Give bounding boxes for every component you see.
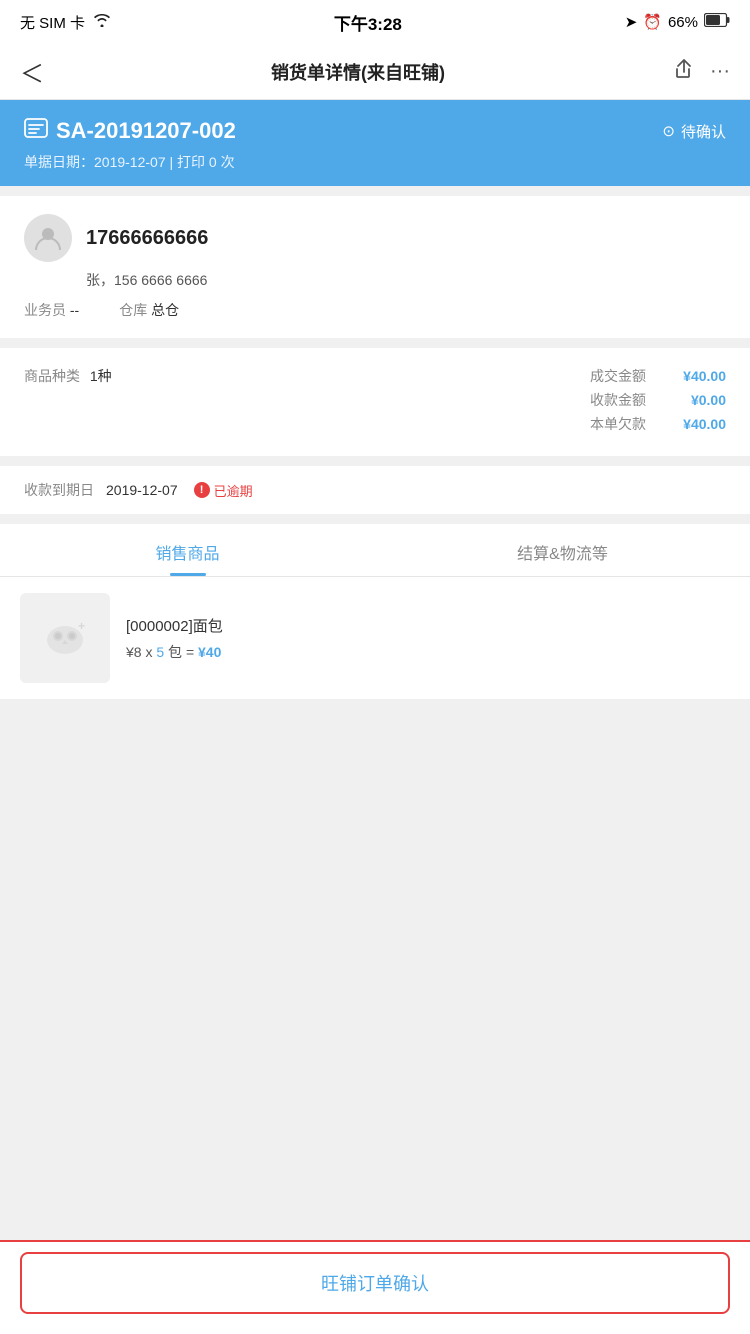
svg-text:+: +: [78, 619, 85, 633]
battery-text: 66%: [668, 14, 698, 31]
category-value: 1种: [90, 368, 112, 384]
status-clock-icon: ⊙: [662, 122, 675, 140]
due-section: 收款到期日 2019-12-07 ! 已逾期: [0, 466, 750, 514]
tab-sales-label: 销售商品: [155, 546, 219, 563]
due-date-value: 2019-12-07: [106, 482, 178, 498]
product-qty: 5: [156, 644, 164, 660]
overdue-icon: !: [194, 482, 210, 498]
bottom-bar: 旺铺订单确认: [0, 1240, 750, 1334]
status-right: ➤ ⏰ 66%: [625, 13, 730, 31]
customer-row: 17666666666: [24, 214, 726, 262]
status-left: 无 SIM 卡: [20, 12, 111, 33]
total-separator: =: [186, 644, 198, 660]
confirm-button[interactable]: 旺铺订单确认: [20, 1252, 730, 1314]
order-id: SA-20191207-002: [24, 118, 236, 144]
carrier-text: 无 SIM 卡: [20, 12, 85, 33]
tab-settlement-label: 结算&物流等: [517, 546, 608, 563]
empty-area: [0, 699, 750, 919]
battery-icon: [704, 13, 730, 31]
sales-person-item: 业务员 --: [24, 300, 79, 320]
warehouse-item: 仓库 总仓: [119, 300, 179, 320]
owed-label: 本单欠款: [590, 414, 646, 434]
amount-row: 成交金额 ¥40.00: [590, 366, 726, 386]
avatar: [24, 214, 72, 262]
overdue-text: 已逾期: [214, 481, 253, 500]
owed-row: 本单欠款 ¥40.00: [590, 414, 726, 434]
product-thumbnail: +: [20, 593, 110, 683]
overdue-badge: ! 已逾期: [194, 481, 253, 500]
warehouse-label: 仓库: [119, 302, 147, 318]
product-section: + [0000002]面包 ¥8 x 5 包 = ¥40: [0, 577, 750, 699]
summary-right: 成交金额 ¥40.00 收款金额 ¥0.00 本单欠款 ¥40.00: [590, 366, 726, 438]
amount-value: ¥40.00: [656, 368, 726, 384]
product-info: [0000002]面包 ¥8 x 5 包 = ¥40: [126, 615, 730, 662]
amount-label: 成交金额: [590, 366, 646, 386]
sales-label: 业务员: [24, 302, 66, 318]
page-title: 销货单详情(来自旺铺): [271, 59, 445, 85]
received-label: 收款金额: [590, 390, 646, 410]
product-item: + [0000002]面包 ¥8 x 5 包 = ¥40: [20, 593, 730, 683]
share-icon[interactable]: [672, 58, 694, 86]
order-banner: SA-20191207-002 ⊙ 待确认 单据日期：2019-12-07 | …: [0, 100, 750, 186]
customer-meta: 业务员 -- 仓库 总仓: [24, 300, 726, 320]
status-bar: 无 SIM 卡 下午3:28 ➤ ⏰ 66%: [0, 0, 750, 44]
order-id-text: SA-20191207-002: [56, 118, 236, 144]
due-label: 收款到期日: [24, 480, 94, 500]
category-label: 商品种类: [24, 368, 80, 384]
order-date: 单据日期：2019-12-07 | 打印 0 次: [24, 152, 726, 172]
price-separator: x: [145, 644, 156, 660]
customer-phone: 17666666666: [86, 227, 208, 250]
product-name: [0000002]面包: [126, 615, 730, 636]
location-icon: ➤: [625, 13, 638, 31]
nav-actions: ···: [672, 58, 730, 86]
price-value: ¥8: [126, 644, 142, 660]
product-unit: 包: [168, 644, 182, 660]
summary-section: 商品种类 1种 成交金额 ¥40.00 收款金额 ¥0.00 本单欠款 ¥40.…: [0, 348, 750, 456]
sales-value: --: [70, 302, 79, 318]
nav-bar: ＜ 销货单详情(来自旺铺) ···: [0, 44, 750, 100]
back-button[interactable]: ＜: [20, 54, 44, 89]
warehouse-value: 总仓: [151, 302, 179, 318]
customer-section: 17666666666 张，156 6666 6666 业务员 -- 仓库 总仓: [0, 196, 750, 338]
wifi-icon: [93, 13, 111, 31]
status-time: 下午3:28: [334, 10, 402, 35]
alarm-icon: ⏰: [643, 13, 662, 31]
order-banner-top: SA-20191207-002 ⊙ 待确认: [24, 118, 726, 144]
tab-settlement[interactable]: 结算&物流等: [375, 524, 750, 576]
received-value: ¥0.00: [656, 392, 726, 408]
product-total: ¥40: [198, 644, 221, 660]
tabs-section: 销售商品 结算&物流等: [0, 524, 750, 577]
order-status: ⊙ 待确认: [662, 121, 726, 142]
tab-sales-product[interactable]: 销售商品: [0, 524, 375, 576]
customer-name: 张，156 6666 6666: [24, 270, 726, 290]
received-row: 收款金额 ¥0.00: [590, 390, 726, 410]
summary-left: 商品种类 1种: [24, 366, 112, 386]
status-text: 待确认: [681, 121, 726, 142]
owed-value: ¥40.00: [656, 416, 726, 432]
order-icon: [24, 118, 48, 144]
more-icon[interactable]: ···: [710, 60, 730, 83]
product-price: ¥8 x 5 包 = ¥40: [126, 642, 730, 662]
